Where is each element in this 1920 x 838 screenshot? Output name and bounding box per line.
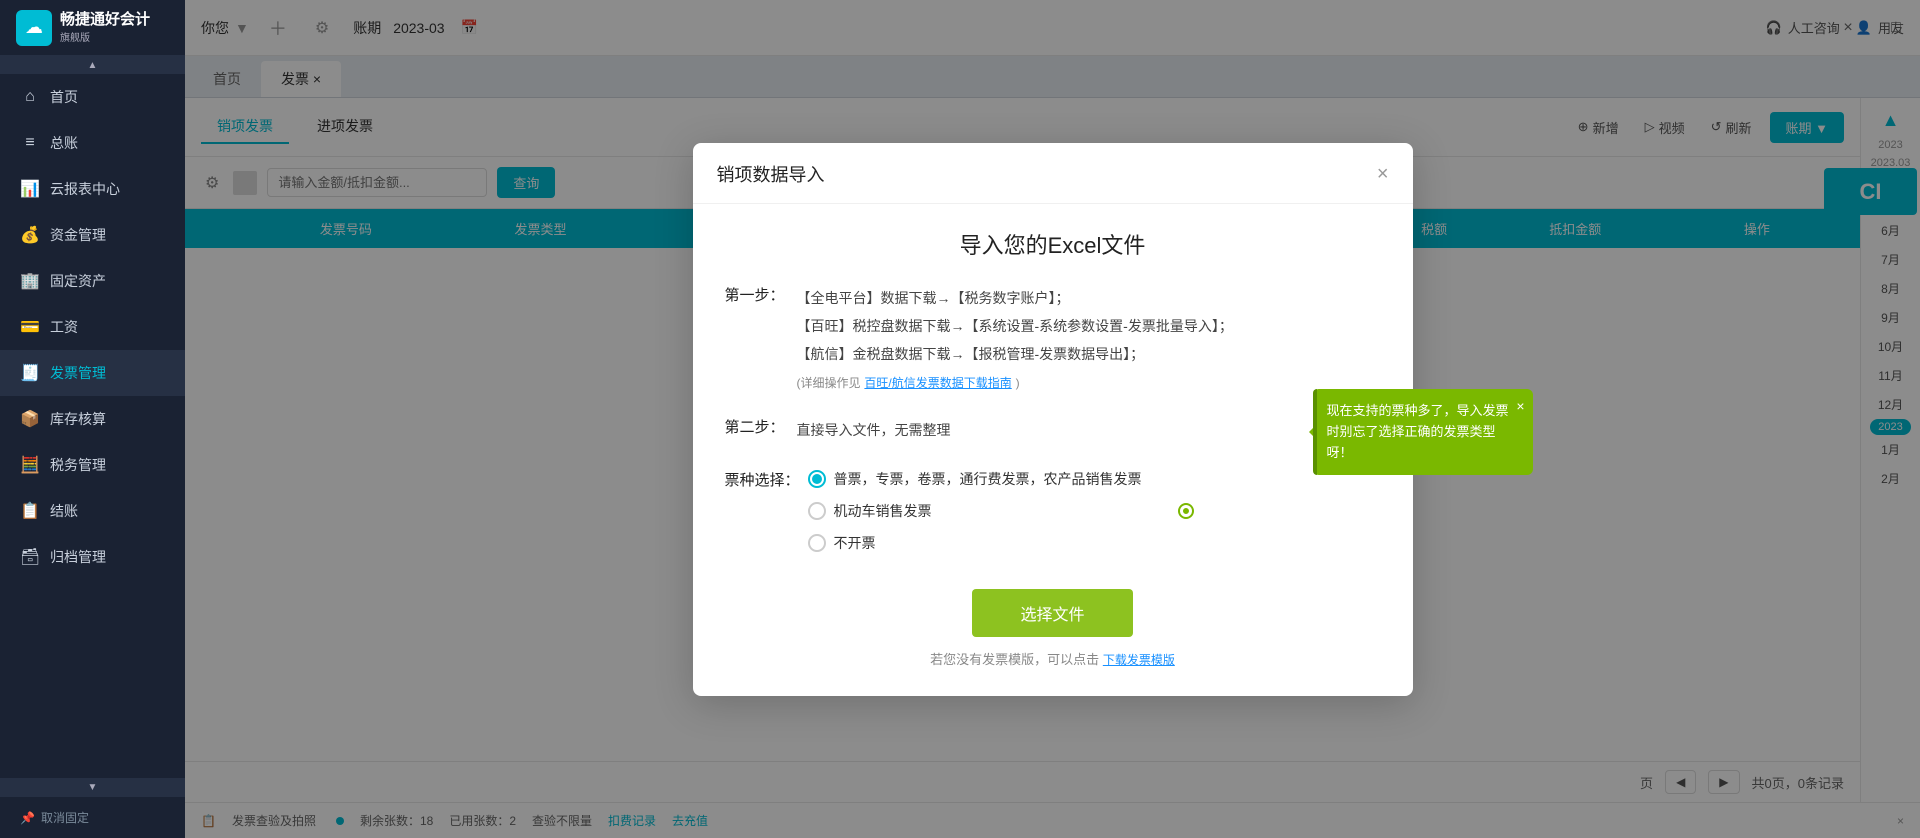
app-logo: ☁ 畅捷通好会计 旗舰版 <box>0 0 185 56</box>
sidebar: ☁ 畅捷通好会计 旗舰版 ▲ ⌂ 首页 ≡ 总账 📊 云报表中心 <box>0 0 185 838</box>
app-sub: 旗舰版 <box>60 29 150 44</box>
radio-2-circle <box>808 502 826 520</box>
step1-guide-link[interactable]: 百旺/航信发票数据下载指南 <box>864 376 1011 390</box>
step1-content: 【全电平台】数据下载→【税务数字账户】； 【百旺】税控盘数据下载→【系统设置-系… <box>793 284 1233 396</box>
sidebar-item-invoice[interactable]: 🧾 发票管理 <box>0 350 185 396</box>
modal-main-title: 导入您的Excel文件 <box>725 228 1381 260</box>
radio-section: 票种选择： 普票，专票，卷票，通行费发票，农产品销售发票 机动车销售发票 <box>725 465 1381 573</box>
step2-label: 第二步： <box>725 416 785 437</box>
modal-title: 销项数据导入 <box>717 161 825 187</box>
step2-content: 直接导入文件，无需整理 <box>793 416 951 444</box>
logo-icon: ☁ <box>16 10 52 46</box>
sidebar-item-report[interactable]: 📊 云报表中心 <box>0 166 185 212</box>
sidebar-item-salary[interactable]: 💳 工资 <box>0 304 185 350</box>
radio-3-circle <box>808 534 826 552</box>
modal-body: 导入您的Excel文件 第一步： 【全电平台】数据下载→【税务数字账户】； 【百… <box>693 204 1413 696</box>
modal-header: 销项数据导入 × <box>693 143 1413 204</box>
sidebar-item-fund[interactable]: 💰 资金管理 <box>0 212 185 258</box>
pin-icon: 📌 <box>20 811 35 825</box>
tooltip-bar <box>1313 389 1317 475</box>
archive-icon: 🗃 <box>20 547 40 567</box>
radio-label: 票种选择： <box>725 465 800 490</box>
home-icon: ⌂ <box>20 88 40 106</box>
app-name: 畅捷通好会计 <box>60 11 150 29</box>
sidebar-nav: ⌂ 首页 ≡ 总账 📊 云报表中心 💰 资金管理 🏢 固定资产 💳 工资 <box>0 74 185 778</box>
radio-option-3[interactable]: 不开票 <box>808 533 1142 553</box>
ledger-icon: ≡ <box>20 134 40 152</box>
step1-note: (详细操作见 百旺/航信发票数据下载指南 ) <box>797 368 1233 396</box>
step1-line2: 【百旺】税控盘数据下载→【系统设置-系统参数设置-发票批量导入】； <box>797 312 1233 340</box>
modal-close-button[interactable]: × <box>1377 164 1389 184</box>
sidebar-scroll-down[interactable]: ▼ <box>0 778 185 796</box>
sidebar-item-inventory[interactable]: 📦 库存核算 <box>0 396 185 442</box>
sidebar-item-home[interactable]: ⌂ 首页 <box>0 74 185 120</box>
radio-option-2[interactable]: 机动车销售发票 <box>808 501 1142 521</box>
tooltip-bubble: × 现在支持的票种多了，导入发票时别忘了选择正确的发票类型呀！ <box>1313 389 1533 475</box>
tax-icon: 🧮 <box>20 455 40 475</box>
step2-block: 第二步： 直接导入文件，无需整理 <box>725 416 1381 445</box>
sidebar-unpin[interactable]: 📌 取消固定 <box>0 796 185 838</box>
sidebar-item-tax[interactable]: 🧮 税务管理 <box>0 442 185 488</box>
download-template-link[interactable]: 下载发票模版 <box>1103 653 1175 667</box>
main-area: 你您 ▼ ＋ ⚙ 账期 2023-03 📅 🎧 人工咨询 👤 用友 × <box>185 0 1920 838</box>
radio-option-1[interactable]: 普票，专票，卷票，通行费发票，农产品销售发票 <box>808 469 1142 489</box>
ticket-type-group: 普票，专票，卷票，通行费发票，农产品销售发票 机动车销售发票 <box>808 469 1142 565</box>
step1-label: 第一步： <box>725 284 785 305</box>
sidebar-item-closing[interactable]: 📋 结账 <box>0 488 185 534</box>
sidebar-item-assets[interactable]: 🏢 固定资产 <box>0 258 185 304</box>
tooltip-text: 现在支持的票种多了，导入发票时别忘了选择正确的发票类型呀！ <box>1327 403 1509 460</box>
report-icon: 📊 <box>20 179 40 199</box>
inventory-icon: 📦 <box>20 409 40 429</box>
fund-icon: 💰 <box>20 225 40 245</box>
sidebar-scroll-up[interactable]: ▲ <box>0 56 185 74</box>
salary-icon: 💳 <box>20 317 40 337</box>
select-file-button[interactable]: 选择文件 <box>972 589 1132 637</box>
modal-overlay[interactable]: 销项数据导入 × 导入您的Excel文件 第一步： 【全电平台】数据下载→【税务… <box>185 0 1920 838</box>
invoice-icon: 🧾 <box>20 363 40 383</box>
assets-icon: 🏢 <box>20 271 40 291</box>
step1-block: 第一步： 【全电平台】数据下载→【税务数字账户】； 【百旺】税控盘数据下载→【系… <box>725 284 1381 396</box>
sidebar-item-archive[interactable]: 🗃 归档管理 <box>0 534 185 580</box>
import-modal: 销项数据导入 × 导入您的Excel文件 第一步： 【全电平台】数据下载→【税务… <box>693 143 1413 696</box>
step1-line3: 【航信】金税盘数据下载→【报税管理-发票数据导出】； <box>797 340 1233 368</box>
sidebar-item-ledger[interactable]: ≡ 总账 <box>0 120 185 166</box>
closing-icon: 📋 <box>20 501 40 521</box>
step1-line1: 【全电平台】数据下载→【税务数字账户】； <box>797 284 1233 312</box>
radio-1-circle <box>808 470 826 488</box>
tooltip-close-btn[interactable]: × <box>1516 395 1524 417</box>
modal-footer-note: 若您没有发票模版，可以点击 下载发票模版 <box>725 649 1381 668</box>
